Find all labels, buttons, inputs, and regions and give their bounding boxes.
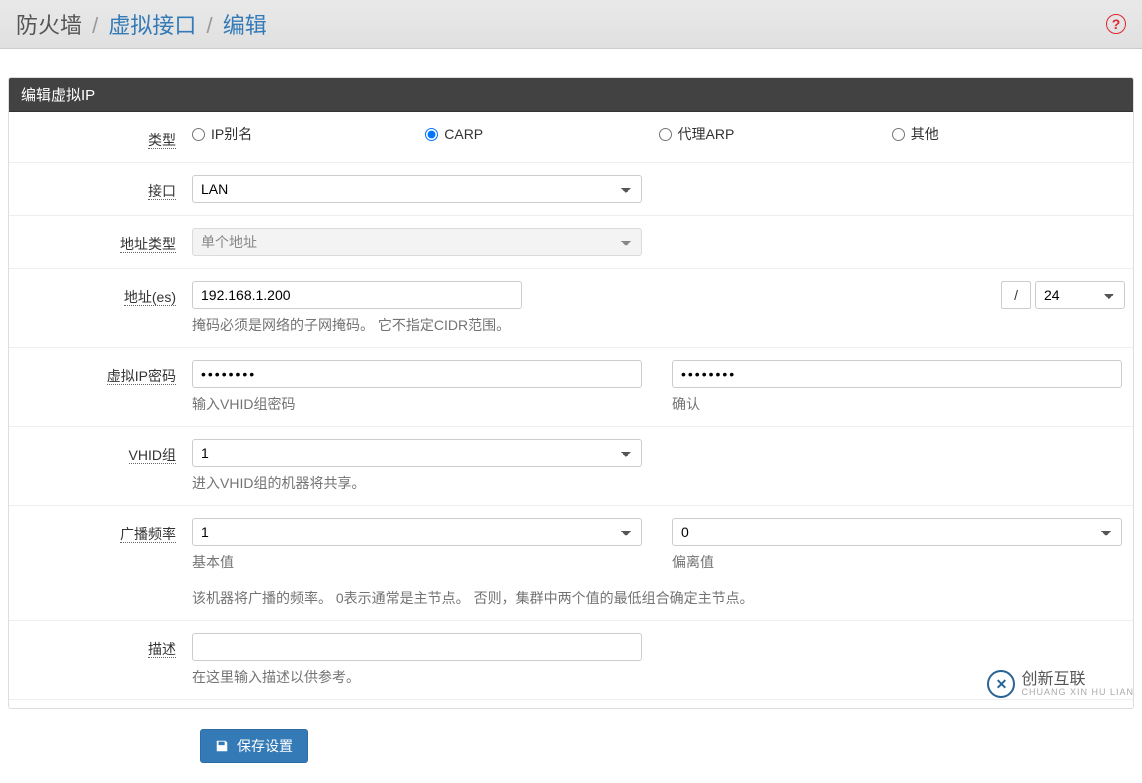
addr-type-select: 单个地址: [192, 228, 642, 256]
help-icon[interactable]: ?: [1106, 14, 1126, 34]
brand-logo: ✕ 创新互联 CHUANG XIN HU LIAN: [987, 670, 1134, 698]
breadcrumb-sep: /: [207, 13, 213, 38]
row-vhid: VHID组 1 进入VHID组的机器将共享。: [9, 426, 1133, 505]
edit-vip-panel: 编辑虚拟IP 类型 IP别名 CARP 代理ARP 其他 接口 LAN: [8, 77, 1134, 709]
vip-password-input[interactable]: [192, 360, 642, 388]
label-interface: 接口: [148, 183, 176, 200]
label-vhid: VHID组: [129, 447, 176, 464]
label-descr: 描述: [148, 641, 176, 658]
radio-ipalias[interactable]: IP别名: [192, 124, 425, 144]
label-vip-password: 虚拟IP密码: [107, 368, 176, 385]
label-adv-freq: 广播频率: [120, 526, 176, 543]
adv-base-select[interactable]: 1: [192, 518, 642, 546]
vhid-help: 进入VHID组的机器将共享。: [192, 473, 1125, 493]
row-type: 类型 IP别名 CARP 代理ARP 其他: [9, 112, 1133, 162]
row-addresses: 地址(es) 掩码必须是网络的子网掩码。 它不指定CIDR范围。 / 24: [9, 268, 1133, 347]
label-addresses: 地址(es): [124, 289, 176, 306]
descr-input[interactable]: [192, 633, 642, 661]
adv-help: 该机器将广播的频率。 0表示通常是主节点。 否则，集群中两个值的最低组合确定主节…: [192, 588, 1125, 608]
label-type: 类型: [148, 132, 176, 149]
descr-help: 在这里输入描述以供参考。: [192, 667, 1125, 687]
brand-sub: CHUANG XIN HU LIAN: [1021, 688, 1134, 697]
radio-carp[interactable]: CARP: [425, 124, 658, 144]
breadcrumb-sep: /: [92, 13, 98, 38]
vip-password-confirm-input[interactable]: [672, 360, 1122, 388]
adv-base-label: 基本值: [192, 552, 642, 572]
brand-name: 创新互联: [1021, 672, 1134, 688]
radio-proxyarp[interactable]: 代理ARP: [659, 124, 892, 144]
row-addr-type: 地址类型 单个地址: [9, 215, 1133, 268]
breadcrumb-root: 防火墙: [16, 13, 82, 38]
breadcrumb-virtual-ip[interactable]: 虚拟接口: [108, 13, 196, 38]
save-button[interactable]: 保存设置: [200, 729, 308, 763]
page-header: 防火墙 / 虚拟接口 / 编辑 ?: [0, 0, 1142, 49]
row-adv-freq: 广播频率 1 基本值 0 偏离值 该机器将广播的频率。 0表示通常是主节点。 否…: [9, 505, 1133, 620]
row-interface: 接口 LAN: [9, 162, 1133, 215]
row-vip-password: 虚拟IP密码 输入VHID组密码 确认: [9, 347, 1133, 426]
interface-select[interactable]: LAN: [192, 175, 642, 203]
save-icon: [215, 739, 229, 753]
address-help: 掩码必须是网络的子网掩码。 它不指定CIDR范围。: [192, 315, 522, 335]
cidr-mask-select[interactable]: 24: [1035, 281, 1125, 309]
save-button-label: 保存设置: [237, 736, 293, 756]
cidr-slash: /: [1001, 281, 1031, 309]
adv-skew-select[interactable]: 0: [672, 518, 1122, 546]
panel-title: 编辑虚拟IP: [9, 78, 1133, 112]
brand-mark-icon: ✕: [987, 670, 1015, 698]
vip-password-help: 输入VHID组密码: [192, 394, 642, 414]
row-descr: 描述 在这里输入描述以供参考。: [9, 620, 1133, 699]
adv-skew-label: 偏离值: [672, 552, 1122, 572]
address-input[interactable]: [192, 281, 522, 309]
label-addr-type: 地址类型: [120, 236, 176, 253]
breadcrumb: 防火墙 / 虚拟接口 / 编辑: [16, 8, 267, 40]
breadcrumb-edit[interactable]: 编辑: [223, 13, 267, 38]
radio-other[interactable]: 其他: [892, 124, 1125, 144]
vhid-select[interactable]: 1: [192, 439, 642, 467]
vip-password-confirm-help: 确认: [672, 394, 1122, 414]
